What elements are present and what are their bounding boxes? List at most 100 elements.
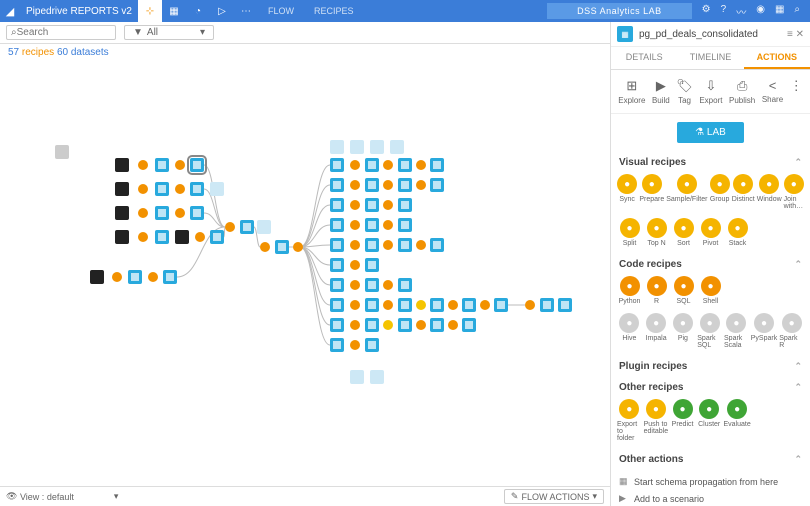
tab-timeline[interactable]: TIMELINE xyxy=(677,47,743,69)
flow-dataset-node[interactable] xyxy=(330,178,344,192)
action-explore[interactable]: ⊞Explore xyxy=(618,78,645,105)
flow-dataset-node[interactable] xyxy=(398,238,412,252)
flow-dataset-node[interactable] xyxy=(430,318,444,332)
tab-details[interactable]: DETAILS xyxy=(611,47,677,69)
flow-recipe-node[interactable] xyxy=(350,180,360,190)
flow-dataset-node[interactable] xyxy=(330,158,344,172)
flow-recipe-node[interactable] xyxy=(350,220,360,230)
flow-recipe-node[interactable] xyxy=(175,160,185,170)
flow-recipe-node[interactable] xyxy=(416,300,426,310)
help-icon[interactable]: ? xyxy=(721,4,727,19)
settings-icon[interactable]: ⚙ xyxy=(702,4,711,19)
nav-tab-analysis-icon[interactable]: ◔ xyxy=(186,0,210,22)
flow-recipe-node[interactable] xyxy=(148,272,158,282)
flow-dataset-node[interactable] xyxy=(398,298,412,312)
flow-recipe-node[interactable] xyxy=(175,184,185,194)
recipe-pivot[interactable]: ●Pivot xyxy=(698,218,723,247)
recipe-spark-sql[interactable]: ●Spark SQL xyxy=(697,313,722,349)
flow-dataset-node[interactable] xyxy=(398,198,412,212)
flow-dataset-node[interactable] xyxy=(128,270,142,284)
action-export[interactable]: ⇩Export xyxy=(699,78,722,105)
lab-button[interactable]: ⚗ LAB xyxy=(677,122,744,143)
flow-dataset-node[interactable] xyxy=(365,198,379,212)
flow-dataset-node[interactable] xyxy=(210,182,224,196)
flow-dataset-node[interactable] xyxy=(540,298,554,312)
recipe-export-to-folder[interactable]: ●Export to folder xyxy=(617,399,642,442)
section-plugin-recipes[interactable]: Plugin recipes⌃ xyxy=(611,355,810,376)
recipe-window[interactable]: ●Window xyxy=(757,174,782,210)
flow-dataset-node[interactable] xyxy=(462,298,476,312)
nav-tab-datasets-icon[interactable]: ▦ xyxy=(162,0,186,22)
flow-recipe-node[interactable] xyxy=(416,180,426,190)
flow-recipe-node[interactable] xyxy=(350,300,360,310)
flow-dataset-node[interactable] xyxy=(365,318,379,332)
flow-recipe-node[interactable] xyxy=(383,160,393,170)
user-avatar-icon[interactable]: ◉ xyxy=(756,4,765,19)
recipe-evaluate[interactable]: ●Evaluate xyxy=(724,399,751,442)
flow-dataset-node[interactable] xyxy=(330,218,344,232)
recipe-pyspark[interactable]: ●PySpark xyxy=(751,313,777,349)
flow-recipe-node[interactable] xyxy=(138,232,148,242)
flow-dataset-node[interactable] xyxy=(330,238,344,252)
flow-dataset-node[interactable] xyxy=(155,182,169,196)
flow-dataset-node[interactable] xyxy=(365,298,379,312)
flow-recipe-node[interactable] xyxy=(175,208,185,218)
flow-dataset-node[interactable] xyxy=(365,338,379,352)
section-other-recipes[interactable]: Other recipes⌃ xyxy=(611,376,810,397)
flow-recipe-node[interactable] xyxy=(138,160,148,170)
flow-recipe-node[interactable] xyxy=(350,160,360,170)
flow-dataset-node[interactable] xyxy=(494,298,508,312)
flow-dataset-node[interactable] xyxy=(365,258,379,272)
flow-recipe-node[interactable] xyxy=(416,320,426,330)
section-code-recipes[interactable]: Code recipes⌃ xyxy=(611,253,810,274)
flow-recipe-node[interactable] xyxy=(448,320,458,330)
flow-dataset-node[interactable] xyxy=(330,338,344,352)
flow-dataset-node[interactable] xyxy=(370,140,384,154)
flow-recipe-node[interactable] xyxy=(416,240,426,250)
flow-recipe-node[interactable] xyxy=(350,260,360,270)
search-input[interactable] xyxy=(17,27,97,38)
flow-dataset-node[interactable] xyxy=(350,140,364,154)
flow-dataset-node[interactable] xyxy=(115,230,129,244)
flow-dataset-node[interactable] xyxy=(90,270,104,284)
flow-dataset-node[interactable] xyxy=(330,258,344,272)
flow-recipe-node[interactable] xyxy=(416,160,426,170)
flow-dataset-node[interactable] xyxy=(330,298,344,312)
nav-link-flow[interactable]: FLOW xyxy=(258,6,304,16)
recipe-split[interactable]: ●Split xyxy=(617,218,642,247)
flow-dataset-node[interactable] xyxy=(430,158,444,172)
flow-recipe-node[interactable] xyxy=(195,232,205,242)
flow-dataset-node[interactable] xyxy=(330,318,344,332)
recipe-hive[interactable]: ●Hive xyxy=(617,313,642,349)
flow-dataset-node[interactable] xyxy=(390,140,404,154)
flow-recipe-node[interactable] xyxy=(350,340,360,350)
recipe-cluster[interactable]: ●Cluster xyxy=(697,399,722,442)
recipe-impala[interactable]: ●Impala xyxy=(644,313,669,349)
panel-menu-icon[interactable]: ≡ ✕ xyxy=(787,29,804,40)
action-share[interactable]: <Share xyxy=(762,78,783,105)
recipes-link[interactable]: recipes xyxy=(22,47,54,58)
flow-recipe-node[interactable] xyxy=(350,280,360,290)
flow-actions-button[interactable]: ✎ FLOW ACTIONS ▾ xyxy=(504,489,604,504)
flow-dataset-node[interactable] xyxy=(275,240,289,254)
flow-dataset-node[interactable] xyxy=(365,238,379,252)
recipe-top-n[interactable]: ●Top N xyxy=(644,218,669,247)
flow-recipe-node[interactable] xyxy=(112,272,122,282)
action-build[interactable]: ▶Build xyxy=(652,78,670,105)
recipe-group[interactable]: ●Group xyxy=(709,174,729,210)
flow-dataset-node[interactable] xyxy=(330,140,344,154)
flow-dataset-node[interactable] xyxy=(462,318,476,332)
flow-recipe-node[interactable] xyxy=(525,300,535,310)
flow-recipe-node[interactable] xyxy=(383,280,393,290)
recipe-distinct[interactable]: ●Distinct xyxy=(732,174,755,210)
flow-dataset-node[interactable] xyxy=(430,298,444,312)
recipe-spark-scala[interactable]: ●Spark Scala xyxy=(724,313,749,349)
flow-recipe-node[interactable] xyxy=(480,300,490,310)
flow-canvas-area[interactable] xyxy=(0,60,610,486)
flow-recipe-node[interactable] xyxy=(350,200,360,210)
app-logo-icon[interactable]: ◢ xyxy=(0,5,20,18)
flow-recipe-node[interactable] xyxy=(260,242,270,252)
filter-select[interactable]: ▼ All ▾ xyxy=(124,25,214,40)
project-name[interactable]: Pipedrive REPORTS v2 xyxy=(20,6,138,17)
flow-recipe-node[interactable] xyxy=(383,300,393,310)
